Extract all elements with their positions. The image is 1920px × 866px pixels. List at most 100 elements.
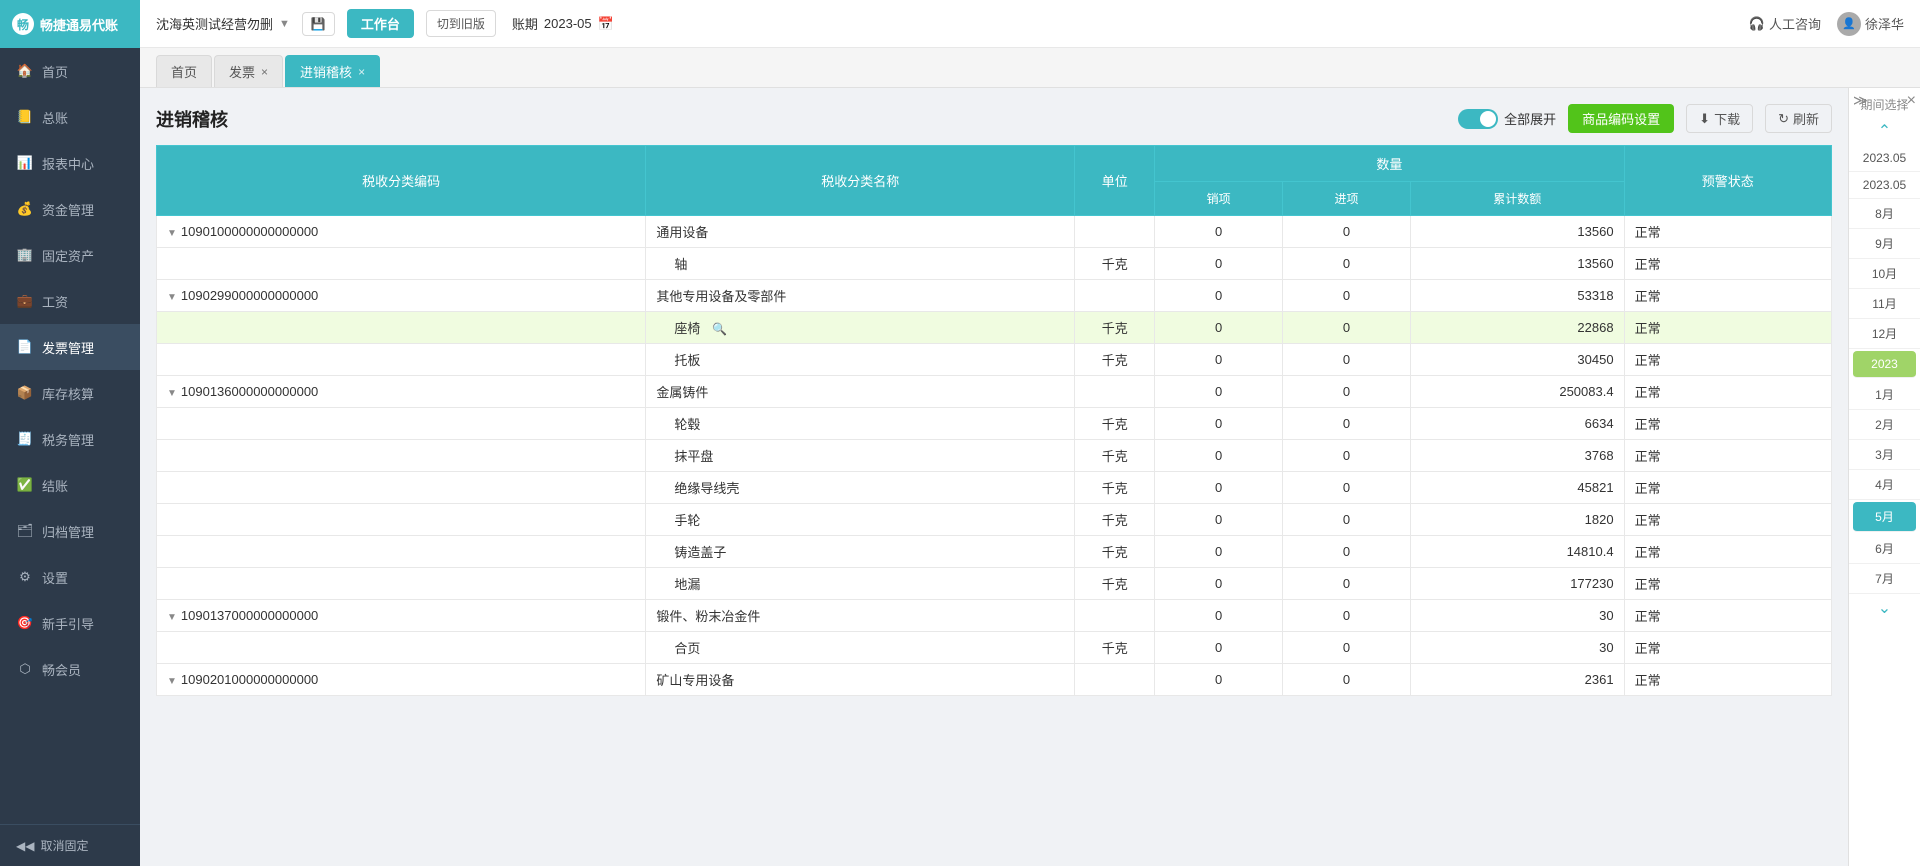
sidebar-item-ledger[interactable]: 📒 总账 [0,94,140,140]
sidebar-item-member[interactable]: ⬡ 畅会员 [0,646,140,692]
save-draft-button[interactable]: 💾 [302,12,335,36]
tab-invoice-close[interactable]: × [261,65,268,79]
table-row-purchase: 0 [1283,440,1411,472]
table-row-name: 金属铸件 [646,376,1075,408]
table-row-total: 2361 [1410,664,1624,696]
period-item[interactable]: 5月 [1853,502,1916,532]
sidebar-item-invoice[interactable]: 📄 发票管理 [0,324,140,370]
sidebar-item-assets[interactable]: 🏢 固定资产 [0,232,140,278]
sidebar-item-archive[interactable]: 🗂 归档管理 [0,508,140,554]
period-item[interactable]: 2023 [1853,351,1916,378]
sidebar-item-funds[interactable]: 💰 资金管理 [0,186,140,232]
period-item[interactable]: 1月 [1849,380,1920,410]
download-button[interactable]: ⬇ 下载 [1686,104,1753,133]
table-row-code [157,568,646,600]
user-menu[interactable]: 👤 徐泽华 [1837,12,1904,36]
table-row-warning: 正常 [1624,280,1831,312]
company-selector[interactable]: 沈海英测试经营勿删 ▼ [156,14,290,33]
table-row-unit: 千克 [1075,248,1155,280]
sidebar-item-label: 固定资产 [42,246,94,265]
table-row-unit: 千克 [1075,344,1155,376]
payroll-icon: 💼 [16,292,34,310]
table-row-name: 托板 [646,344,1075,376]
switch-old-button[interactable]: 切到旧版 [426,10,496,37]
table-row-sales: 0 [1155,440,1283,472]
sidebar-item-payroll[interactable]: 💼 工资 [0,278,140,324]
topbar-right: 🎧 人工咨询 👤 徐泽华 [1749,12,1904,36]
period-item[interactable]: 7月 [1849,564,1920,594]
expand-toggle[interactable] [1458,109,1498,129]
table-row-warning: 正常 [1624,248,1831,280]
sidebar-item-reports[interactable]: 📊 报表中心 [0,140,140,186]
table-row-warning: 正常 [1624,600,1831,632]
scroll-up-button[interactable]: ⌃ [1849,117,1920,145]
period-item[interactable]: 2月 [1849,410,1920,440]
guide-icon: 🎯 [16,614,34,632]
table-row-code: ▼1090136000000000000 [157,376,646,408]
table-row-unit [1075,600,1155,632]
period-list: 2023.052023.058月9月10月11月12月20231月2月3月4月5… [1849,145,1920,594]
col-tax-code: 税收分类编码 [157,146,646,216]
sidebar-footer[interactable]: ◀◀ 取消固定 [0,824,140,866]
table-row-name: 合页 [646,632,1075,664]
table-row-unit [1075,280,1155,312]
period-item[interactable]: 4月 [1849,470,1920,500]
period-item[interactable]: 11月 [1849,289,1920,319]
expand-toggle-label: 全部展开 [1504,109,1556,128]
table-row-total: 250083.4 [1410,376,1624,408]
topbar: 沈海英测试经营勿删 ▼ 💾 工作台 切到旧版 账期 2023-05 📅 🎧 人工… [140,0,1920,48]
period-label: 账期 [512,14,538,33]
tab-reconciliation[interactable]: 进销稽核 × [285,55,380,87]
tabbar: 首页 发票 × 进销稽核 × [140,48,1920,88]
col-unit: 单位 [1075,146,1155,216]
period-item[interactable]: 9月 [1849,229,1920,259]
table-row-warning: 正常 [1624,344,1831,376]
tab-reconciliation-close[interactable]: × [358,65,365,79]
period-item[interactable]: 2023.05 [1849,145,1920,172]
refresh-button[interactable]: ↻ 刷新 [1765,104,1832,133]
sidebar-item-label: 首页 [42,62,68,81]
table-row-code: ▼1090137000000000000 [157,600,646,632]
footer-label: 取消固定 [40,837,88,854]
panel-close-button[interactable]: × [1907,92,1916,110]
sidebar-item-settings[interactable]: ⚙ 设置 [0,554,140,600]
invoice-icon: 📄 [16,338,34,356]
workspace-button[interactable]: 工作台 [347,9,414,38]
table-row-warning: 正常 [1624,472,1831,504]
product-code-button[interactable]: 商品编码设置 [1568,104,1674,133]
period-value: 2023-05 [544,16,592,31]
tab-invoice[interactable]: 发票 × [214,55,283,87]
service-button[interactable]: 🎧 人工咨询 [1749,14,1821,33]
period-item[interactable]: 3月 [1849,440,1920,470]
calendar-icon[interactable]: 📅 [598,16,614,32]
period-item[interactable]: 12月 [1849,319,1920,349]
content-area: 进销稽核 全部展开 商品编码设置 ⬇ 下载 ↻ 刷新 [140,88,1848,866]
period-item[interactable]: 2023.05 [1849,172,1920,199]
table-row-total: 177230 [1410,568,1624,600]
table-row-name: 绝缘导线壳 [646,472,1075,504]
sidebar-item-guide[interactable]: 🎯 新手引导 [0,600,140,646]
sidebar-item-tax[interactable]: 🧾 税务管理 [0,416,140,462]
table-row-sales: 0 [1155,408,1283,440]
table-row-code [157,312,646,344]
tab-home[interactable]: 首页 [156,55,212,87]
period-item[interactable]: 6月 [1849,534,1920,564]
table-row-code [157,440,646,472]
company-name: 沈海英测试经营勿删 [156,14,273,33]
scroll-down-button[interactable]: ⌄ [1849,594,1920,622]
table-row-code: ▼1090100000000000000 [157,216,646,248]
ledger-icon: 📒 [16,108,34,126]
table-row-sales: 0 [1155,664,1283,696]
sidebar-item-settle[interactable]: ✅ 结账 [0,462,140,508]
sidebar-item-label: 总账 [42,108,68,127]
period-item[interactable]: 8月 [1849,199,1920,229]
sidebar-item-inventory[interactable]: 📦 库存核算 [0,370,140,416]
table-row-purchase: 0 [1283,472,1411,504]
table-row-total: 53318 [1410,280,1624,312]
table-row-total: 6634 [1410,408,1624,440]
panel-expand-button[interactable]: ≫ [1853,92,1868,109]
inventory-icon: 📦 [16,384,34,402]
member-icon: ⬡ [16,660,34,678]
period-item[interactable]: 10月 [1849,259,1920,289]
sidebar-item-home[interactable]: 🏠 首页 [0,48,140,94]
